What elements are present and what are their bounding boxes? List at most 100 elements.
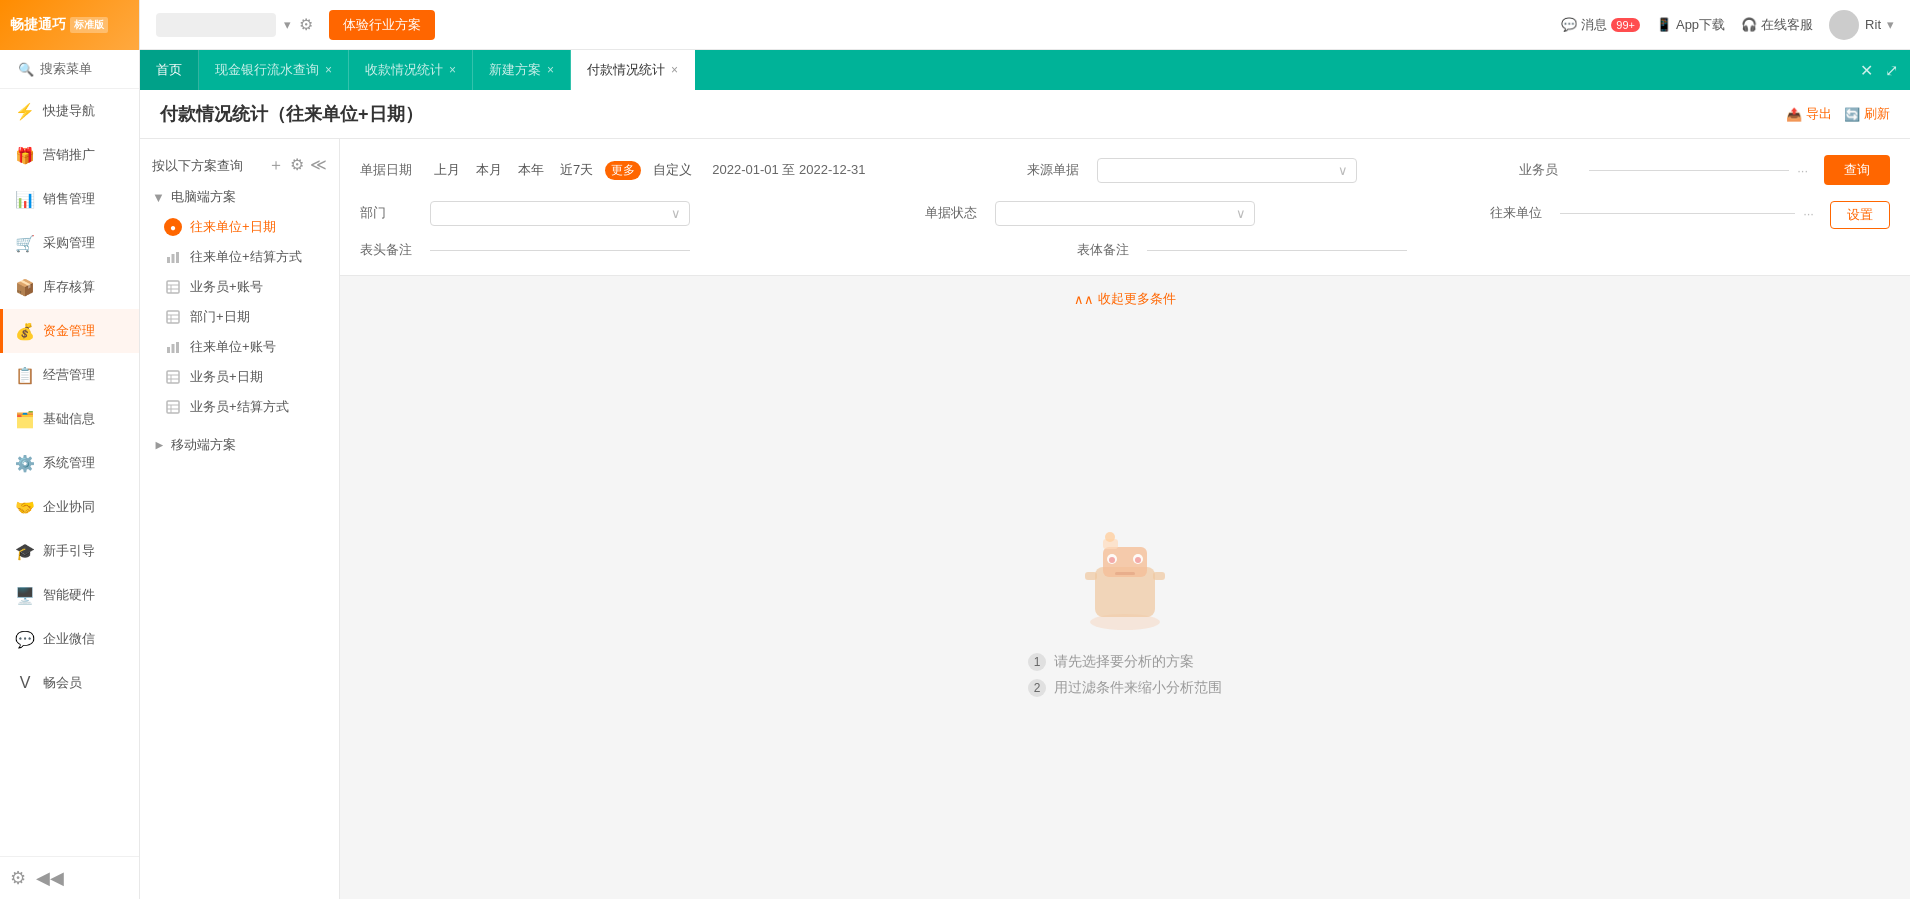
sidebar-bottom: ⚙ ◀◀: [0, 856, 139, 899]
sidebar-item-inventory[interactable]: 📦 库存核算: [0, 265, 139, 309]
svg-point-27: [1109, 557, 1115, 563]
system-icon: ⚙️: [15, 453, 35, 473]
table-body-note-input[interactable]: [1147, 250, 1407, 251]
sidebar-item-finance[interactable]: 💰 资金管理: [0, 309, 139, 353]
sidebar-item-marketing[interactable]: 🎁 营销推广: [0, 133, 139, 177]
query-btn[interactable]: 查询: [1824, 155, 1890, 185]
notification-icon: 💬: [1561, 17, 1577, 32]
date-more[interactable]: 更多: [605, 161, 641, 180]
tab-home[interactable]: 首页: [140, 50, 199, 90]
sidebar-item-purchase[interactable]: 🛒 采购管理: [0, 221, 139, 265]
business-dots[interactable]: ···: [1797, 163, 1808, 178]
collection-stat-tab-close[interactable]: ×: [449, 63, 456, 77]
sidebar: 畅捷通巧 标准版 🔍 搜索菜单 ⚡ 快捷导航 🎁 营销推广 📊 销售管理 🛒 采…: [0, 0, 140, 899]
sidebar-item-wechat[interactable]: 💬 企业微信: [0, 617, 139, 661]
tip-num-1: 1: [1028, 653, 1046, 671]
tab-bank-flow[interactable]: 现金银行流水查询 ×: [199, 50, 349, 90]
scheme-label-partner-date: 往来单位+日期: [190, 218, 276, 236]
scheme-label-partner-settle: 往来单位+结算方式: [190, 248, 302, 266]
app-download-label: App下载: [1676, 16, 1725, 34]
svg-rect-7: [167, 311, 179, 323]
scheme-item-staff-date[interactable]: 业务员+日期: [140, 362, 339, 392]
page-title: 付款情况统计（往来单位+日期）: [160, 102, 423, 126]
scheme-item-partner-settle[interactable]: 往来单位+结算方式: [140, 242, 339, 272]
date-custom[interactable]: 自定义: [649, 159, 696, 181]
sidebar-item-member[interactable]: V 畅会员: [0, 661, 139, 705]
app-download-btn[interactable]: 📱 App下载: [1656, 16, 1725, 34]
business-input[interactable]: [1589, 170, 1789, 171]
desktop-scheme-group-header[interactable]: ▼ 电脑端方案: [140, 182, 339, 212]
sidebar-item-operation[interactable]: 📋 经营管理: [0, 353, 139, 397]
sidebar-item-quick-nav[interactable]: ⚡ 快捷导航: [0, 89, 139, 133]
left-panel-header: 按以下方案查询 ＋ ⚙ ≪: [140, 149, 339, 182]
sidebar-item-enterprise[interactable]: 🤝 企业协同: [0, 485, 139, 529]
partner-dots[interactable]: ···: [1803, 206, 1814, 221]
nav-dropdown-icon[interactable]: ▾: [284, 17, 291, 32]
sidebar-item-hardware[interactable]: 🖥️ 智能硬件: [0, 573, 139, 617]
date-last-month[interactable]: 上月: [430, 159, 464, 181]
new-scheme-tab-close[interactable]: ×: [547, 63, 554, 77]
tab-payment-stat[interactable]: 付款情况统计 ×: [571, 50, 695, 90]
collapse-sidebar-icon[interactable]: ◀◀: [36, 867, 64, 889]
settings-gear-icon[interactable]: ⚙: [299, 15, 313, 34]
scheme-item-partner-account[interactable]: 往来单位+账号: [140, 332, 339, 362]
collapse-panel-btn[interactable]: ≪: [310, 155, 327, 176]
table-header-note-input[interactable]: [430, 250, 690, 251]
scheme-label-staff-account: 业务员+账号: [190, 278, 263, 296]
source-label: 来源单据: [1027, 161, 1097, 179]
settings-bottom-icon[interactable]: ⚙: [10, 867, 26, 889]
tab-collection-stat[interactable]: 收款情况统计 ×: [349, 50, 473, 90]
sidebar-item-label: 销售管理: [43, 190, 95, 208]
sidebar-item-system[interactable]: ⚙️ 系统管理: [0, 441, 139, 485]
user-profile[interactable]: Rit ▾: [1829, 10, 1894, 40]
svg-rect-30: [1085, 572, 1097, 580]
top-nav: ▾ ⚙ 体验行业方案 💬 消息 99+ 📱 App下载 🎧 在线客服: [140, 0, 1910, 50]
tab-expand-icon[interactable]: ⤢: [1881, 57, 1902, 84]
search-menu[interactable]: 🔍 搜索菜单: [0, 50, 139, 89]
date-this-month[interactable]: 本月: [472, 159, 506, 181]
scheme-label-partner-account: 往来单位+账号: [190, 338, 276, 356]
source-select[interactable]: ∨: [1097, 158, 1357, 183]
hardware-icon: 🖥️: [15, 585, 35, 605]
svg-rect-3: [167, 281, 179, 293]
sidebar-item-basic-info[interactable]: 🗂️ 基础信息: [0, 397, 139, 441]
scheme-item-staff-account[interactable]: 业务员+账号: [140, 272, 339, 302]
breadcrumb-bar: [156, 13, 276, 37]
add-scheme-btn[interactable]: ＋: [268, 155, 284, 176]
manage-scheme-btn[interactable]: ⚙: [290, 155, 304, 176]
refresh-btn[interactable]: 🔄 刷新: [1844, 105, 1890, 123]
notification-badge: 99+: [1611, 18, 1640, 32]
date-last-7-days[interactable]: 近7天: [556, 159, 597, 181]
filter-row-3: 表头备注 表体备注: [360, 241, 1890, 259]
doc-status-select[interactable]: ∨: [995, 201, 1255, 226]
table-icon-4: [164, 398, 182, 416]
scheme-item-staff-settle[interactable]: 业务员+结算方式: [140, 392, 339, 422]
payment-stat-tab-close[interactable]: ×: [671, 63, 678, 77]
sidebar-item-guide[interactable]: 🎓 新手引导: [0, 529, 139, 573]
collapse-btn[interactable]: ∧∧ 收起更多条件: [1054, 282, 1196, 316]
sidebar-item-label: 采购管理: [43, 234, 95, 252]
dept-select[interactable]: ∨: [430, 201, 690, 226]
svg-rect-12: [172, 344, 175, 353]
search-icon: 🔍: [18, 62, 34, 77]
scheme-item-partner-date[interactable]: ● 往来单位+日期: [140, 212, 339, 242]
empty-state: 1 请先选择要分析的方案 2 用过滤条件来缩小分析范围: [1028, 517, 1222, 705]
mobile-scheme-group: ▼ 移动端方案: [140, 430, 339, 460]
mobile-scheme-group-header[interactable]: ▼ 移动端方案: [140, 430, 339, 460]
notification-btn[interactable]: 💬 消息 99+: [1561, 16, 1640, 34]
industry-btn[interactable]: 体验行业方案: [329, 10, 435, 40]
tab-new-scheme[interactable]: 新建方案 ×: [473, 50, 571, 90]
filter-container: 单据日期 上月 本月 本年 近7天 更多 自定义 2022-01-01 至 20…: [340, 139, 1910, 322]
date-this-year[interactable]: 本年: [514, 159, 548, 181]
svg-rect-11: [167, 347, 170, 353]
partner-input[interactable]: [1560, 213, 1795, 214]
operation-icon: 📋: [15, 365, 35, 385]
tab-close-all-icon[interactable]: ✕: [1856, 57, 1877, 84]
export-btn[interactable]: 📤 导出: [1786, 105, 1832, 123]
sidebar-item-sales[interactable]: 📊 销售管理: [0, 177, 139, 221]
bank-flow-tab-close[interactable]: ×: [325, 63, 332, 77]
scheme-item-dept-date[interactable]: 部门+日期: [140, 302, 339, 332]
table-header-note-label: 表头备注: [360, 241, 430, 259]
online-service-btn[interactable]: 🎧 在线客服: [1741, 16, 1813, 34]
setting-btn[interactable]: 设置: [1830, 201, 1890, 229]
